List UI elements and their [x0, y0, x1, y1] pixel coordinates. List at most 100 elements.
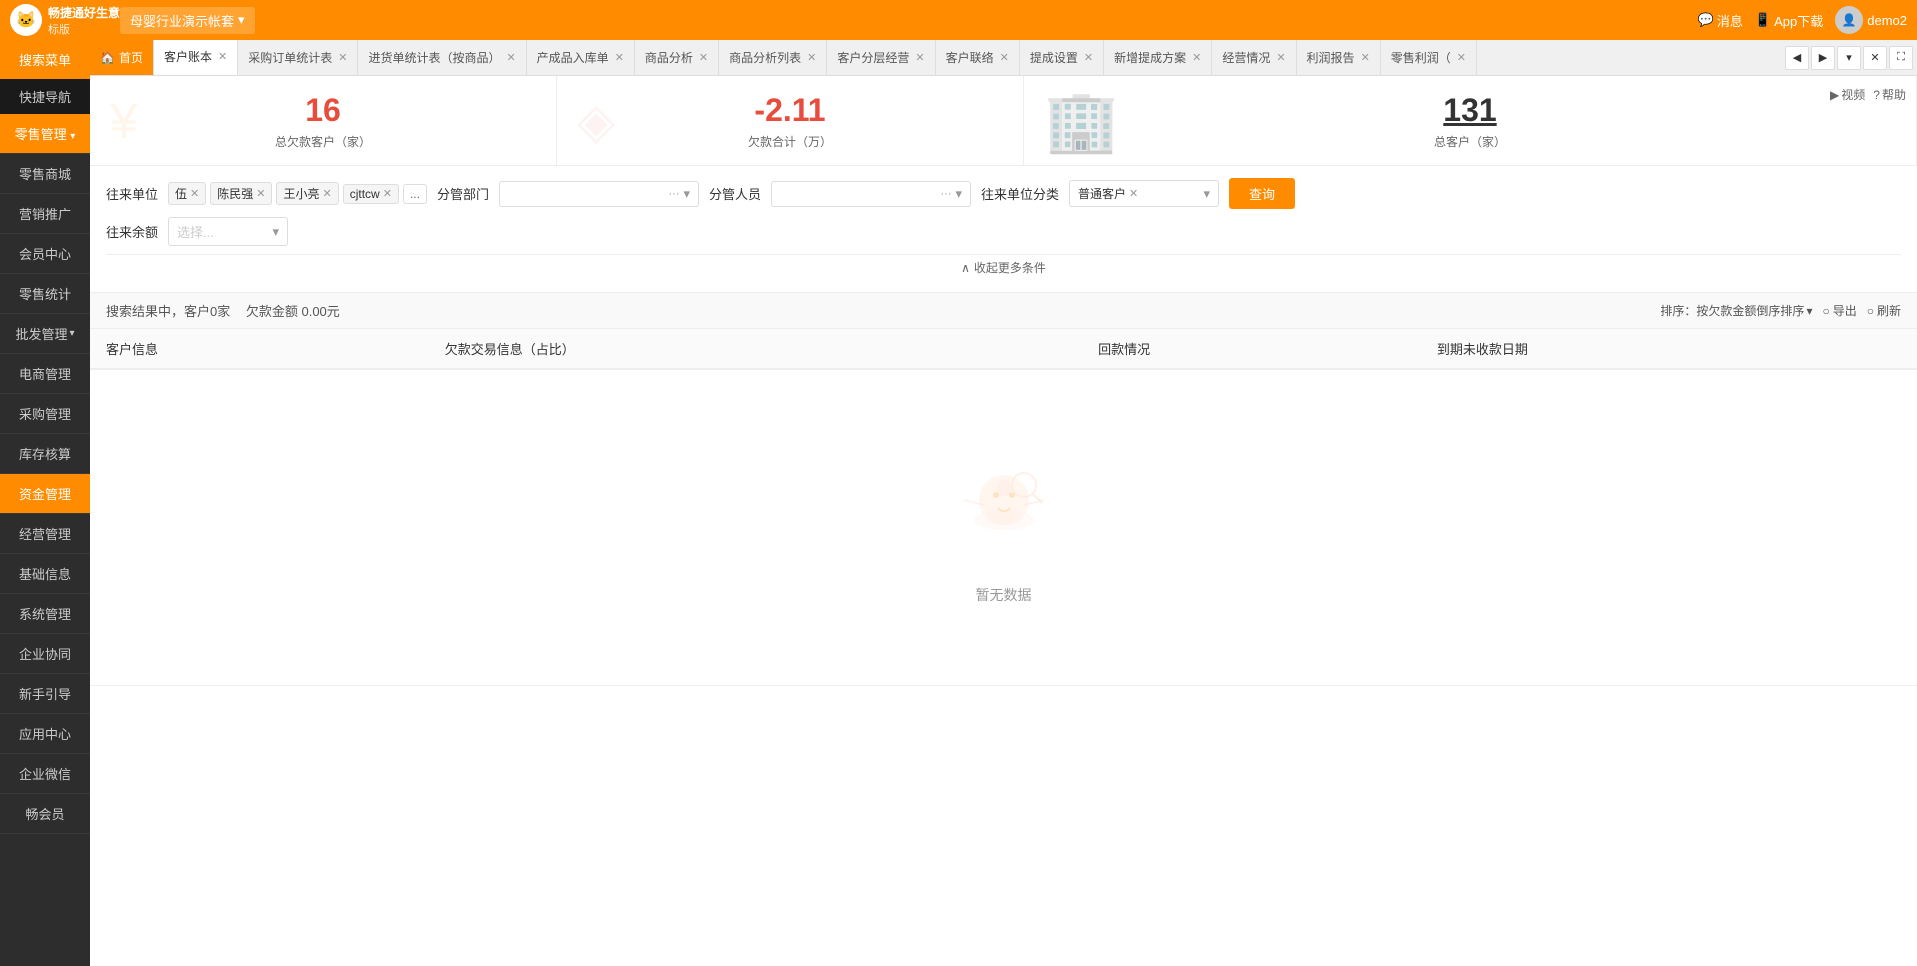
tab-product-analysis-list[interactable]: 商品分析列表 ✕ [719, 40, 827, 76]
sidebar-item-operations-mgmt[interactable]: 经营管理 [0, 514, 90, 554]
brand-text: 畅捷通好生意 标版 [48, 4, 120, 37]
tab-promotion-settings[interactable]: 提成设置 ✕ [1020, 40, 1104, 76]
close-icon[interactable]: ✕ [1192, 51, 1201, 64]
sidebar-search[interactable]: 搜索菜单 [0, 40, 90, 79]
sidebar-item-ecommerce[interactable]: 电商管理 [0, 354, 90, 394]
store-selector-area: 母婴行业演示帐套 ▾ [120, 7, 1698, 34]
sidebar-item-sys-mgmt[interactable]: 系统管理 [0, 594, 90, 634]
filter-row-2: 往来余额 选择... ▾ [106, 217, 1901, 246]
sidebar-item-finance[interactable]: 资金管理 [0, 474, 90, 514]
filter-tag-2: 陈民强 ✕ [210, 182, 272, 205]
col-due-date: 到期未收款日期 [1421, 329, 1917, 369]
unit-filter-tags: 伍 ✕ 陈民强 ✕ 王小亮 ✕ [168, 182, 427, 205]
sidebar-item-retail-stats[interactable]: 零售统计 [0, 274, 90, 314]
sidebar-item-purchase[interactable]: 采购管理 [0, 394, 90, 434]
app-wrapper: 🐱 畅捷通好生意 标版 母婴行业演示帐套 ▾ 💬 消息 📱 App下载 👤 [0, 0, 1917, 966]
close-icon[interactable]: ✕ [1000, 51, 1009, 64]
tab-product-analysis[interactable]: 商品分析 ✕ [635, 40, 719, 76]
close-icon[interactable]: ✕ [1361, 51, 1370, 64]
close-icon[interactable]: ✕ [1457, 51, 1466, 64]
tab-fullscreen-btn[interactable]: ⛶ [1889, 46, 1913, 70]
tab-menu-btn[interactable]: ▾ [1837, 46, 1861, 70]
sidebar-item-app-center[interactable]: 应用中心 [0, 714, 90, 754]
close-icon[interactable]: ✕ [1276, 51, 1285, 64]
tab-label: 采购订单统计表 [248, 49, 332, 66]
sort-selector[interactable]: 排序：按欠款金额倒序排序 ▾ [1660, 302, 1812, 319]
filter-tag-3: 王小亮 ✕ [276, 182, 338, 205]
export-btn[interactable]: ○ 导出 [1822, 302, 1856, 319]
video-btn[interactable]: ▶ 视频 [1830, 86, 1865, 103]
dept-filter-select[interactable]: ··· ▾ [499, 181, 699, 207]
tab-new-promotion[interactable]: 新增提成方案 ✕ [1104, 40, 1212, 76]
tab-label: 提成设置 [1030, 49, 1078, 66]
close-icon[interactable]: ✕ [699, 51, 708, 64]
sidebar-item-inventory[interactable]: 库存核算 [0, 434, 90, 474]
chevron-down-icon: ▾ [238, 12, 245, 28]
close-icon[interactable]: ✕ [506, 51, 515, 64]
app-download-btn[interactable]: 📱 App下载 [1755, 11, 1823, 30]
query-button[interactable]: 查询 [1229, 178, 1295, 209]
stat-value-1: 16 [305, 92, 341, 129]
remove-tag-1[interactable]: ✕ [190, 187, 199, 200]
tab-stock-stats[interactable]: 进货单统计表（按商品） ✕ [358, 40, 526, 76]
tab-close-all-btn[interactable]: ✕ [1863, 46, 1887, 70]
sidebar-item-wholesale-mgmt[interactable]: 批发管理 ▾ [0, 314, 90, 354]
remove-tag-2[interactable]: ✕ [256, 187, 265, 200]
brand-name: 畅捷通好生意 [48, 4, 120, 21]
sidebar-item-vip-member[interactable]: 畅会员 [0, 794, 90, 834]
user-area[interactable]: 👤 demo2 [1835, 6, 1907, 34]
store-selector[interactable]: 母婴行业演示帐套 ▾ [120, 7, 255, 34]
refresh-btn[interactable]: ○ 刷新 [1867, 302, 1901, 319]
sidebar-item-enterprise-wechat[interactable]: 企业微信 [0, 754, 90, 794]
tab-customer-contact[interactable]: 客户联络 ✕ [936, 40, 1020, 76]
sidebar-item-retail-mgmt[interactable]: 零售管理 ▾ [0, 114, 90, 154]
close-icon[interactable]: ✕ [615, 51, 624, 64]
stat-label-3: 总客户（家） [1434, 133, 1506, 150]
tab-prev-btn[interactable]: ◀ [1785, 46, 1809, 70]
sidebar-item-label: 新手引导 [19, 687, 71, 702]
sidebar-item-member-center[interactable]: 会员中心 [0, 234, 90, 274]
tab-product-in[interactable]: 产成品入库单 ✕ [527, 40, 635, 76]
collapse-filters-btn[interactable]: ∧ 收起更多条件 [106, 254, 1901, 280]
chevron-down-icon: ▾ [1806, 304, 1812, 318]
person-filter-select[interactable]: ··· ▾ [771, 181, 971, 207]
close-icon[interactable]: ✕ [807, 51, 816, 64]
sidebar-item-label: 零售商城 [19, 167, 71, 182]
tab-profit-report[interactable]: 利润报告 ✕ [1297, 40, 1381, 76]
remove-category-tag[interactable]: ✕ [1129, 187, 1138, 200]
remove-tag-4[interactable]: ✕ [383, 187, 392, 200]
sidebar-item-enterprise[interactable]: 企业协同 [0, 634, 90, 674]
message-btn[interactable]: 💬 消息 [1698, 11, 1743, 30]
stat-actions: ▶ 视频 ? 帮助 [1830, 86, 1906, 103]
close-icon[interactable]: ✕ [338, 51, 347, 64]
tab-next-btn[interactable]: ▶ [1811, 46, 1835, 70]
sidebar-item-basic-info[interactable]: 基础信息 [0, 554, 90, 594]
close-icon[interactable]: ✕ [915, 51, 924, 64]
brand-area: 🐱 畅捷通好生意 标版 [10, 4, 120, 37]
tab-operations[interactable]: 经营情况 ✕ [1212, 40, 1296, 76]
filter-more-tags[interactable]: ... [403, 184, 427, 204]
category-filter-select[interactable]: 普通客户 ✕ ▾ [1069, 180, 1219, 207]
tab-purchase-orders[interactable]: 采购订单统计表 ✕ [238, 40, 358, 76]
tab-home[interactable]: 🏠 首页 [90, 40, 154, 76]
sidebar-item-marketing[interactable]: 营销推广 [0, 194, 90, 234]
sidebar-item-label: 基础信息 [19, 567, 71, 582]
close-icon[interactable]: ✕ [218, 50, 227, 63]
balance-filter-label: 往来余额 [106, 222, 158, 241]
remove-tag-3[interactable]: ✕ [323, 187, 332, 200]
sidebar-item-retail-store[interactable]: 零售商城 [0, 154, 90, 194]
empty-icon [954, 450, 1054, 569]
balance-filter-select[interactable]: 选择... ▾ [168, 217, 288, 246]
tab-customer-tier[interactable]: 客户分层经营 ✕ [827, 40, 935, 76]
table-header-row: 客户信息 欠款交易信息（占比） 回款情况 到期未收款日期 [90, 329, 1917, 369]
tab-label: 商品分析 [645, 49, 693, 66]
tab-accounts[interactable]: 客户账本 ✕ [154, 40, 238, 76]
sidebar-item-new-guide[interactable]: 新手引导 [0, 674, 90, 714]
category-filter-label: 往来单位分类 [981, 184, 1059, 203]
close-icon[interactable]: ✕ [1084, 51, 1093, 64]
stat-bg-icon-3: 🏢 [1044, 85, 1119, 156]
empty-illustration [954, 450, 1054, 550]
sidebar-quick-nav[interactable]: 快捷导航 [0, 79, 90, 114]
tab-retail-profit[interactable]: 零售利润（ ✕ [1381, 40, 1477, 76]
help-btn[interactable]: ? 帮助 [1873, 86, 1906, 103]
